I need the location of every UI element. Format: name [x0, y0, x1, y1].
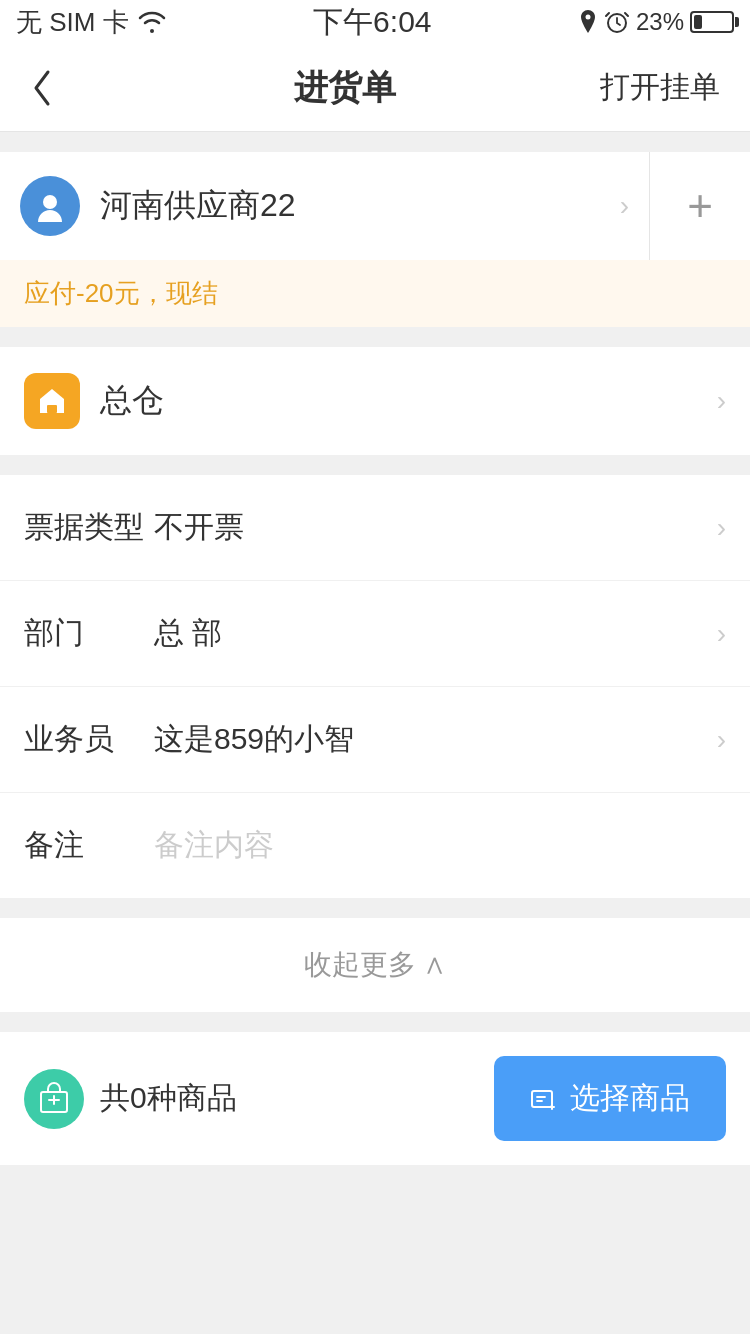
sim-text: 无 SIM 卡: [16, 5, 129, 40]
back-button[interactable]: [30, 68, 90, 108]
warehouse-icon: [24, 373, 80, 429]
location-icon: [578, 9, 598, 35]
salesman-row[interactable]: 业务员 这是859的小智 ›: [0, 687, 750, 793]
collapse-label: 收起更多 ∧: [304, 946, 447, 984]
form-section: 票据类型 不开票 › 部门 总 部 › 业务员 这是859的小智 › 备注 备注…: [0, 475, 750, 898]
remark-placeholder: 备注内容: [154, 825, 726, 866]
salesman-value: 这是859的小智: [154, 719, 707, 760]
info-banner: 应付-20元，现结: [0, 260, 750, 327]
collapse-section[interactable]: 收起更多 ∧: [0, 918, 750, 1012]
supplier-name: 河南供应商22: [100, 184, 610, 228]
status-right: 23%: [578, 8, 734, 36]
nav-bar: 进货单 打开挂单: [0, 44, 750, 132]
invoice-type-row[interactable]: 票据类型 不开票 ›: [0, 475, 750, 581]
department-chevron-icon: ›: [717, 618, 726, 650]
product-info: 共0种商品: [24, 1069, 237, 1129]
wifi-icon: [137, 11, 167, 33]
section-divider-1: [0, 132, 750, 152]
department-label: 部门: [24, 613, 154, 654]
status-bar: 无 SIM 卡 下午6:04 23%: [0, 0, 750, 44]
svg-point-0: [585, 15, 590, 20]
product-icon: [24, 1069, 84, 1129]
warehouse-chevron-icon: ›: [717, 385, 726, 417]
page-background: [0, 1165, 750, 1334]
battery-text: 23%: [636, 8, 684, 36]
bottom-bar: 共0种商品 选择商品: [0, 1032, 750, 1165]
invoice-chevron-icon: ›: [717, 512, 726, 544]
supplier-chevron-icon: ›: [620, 190, 629, 222]
status-left: 无 SIM 卡: [16, 5, 167, 40]
warehouse-name: 总仓: [100, 379, 707, 423]
invoice-type-label: 票据类型: [24, 507, 154, 548]
select-product-label: 选择商品: [570, 1078, 690, 1119]
supplier-avatar: [20, 176, 80, 236]
salesman-chevron-icon: ›: [717, 724, 726, 756]
svg-rect-3: [47, 405, 57, 413]
page-title: 进货单: [294, 65, 396, 111]
salesman-label: 业务员: [24, 719, 154, 760]
invoice-type-value: 不开票: [154, 507, 707, 548]
remark-row[interactable]: 备注 备注内容: [0, 793, 750, 898]
supplier-selector[interactable]: 河南供应商22 ›: [0, 152, 650, 260]
product-count: 共0种商品: [100, 1078, 237, 1119]
status-time: 下午6:04: [313, 2, 431, 43]
warehouse-selector[interactable]: 总仓 ›: [0, 347, 750, 455]
open-pending-button[interactable]: 打开挂单: [600, 67, 720, 108]
remark-label: 备注: [24, 825, 154, 866]
alarm-icon: [604, 9, 630, 35]
department-row[interactable]: 部门 总 部 ›: [0, 581, 750, 687]
add-supplier-button[interactable]: +: [650, 152, 750, 260]
department-value: 总 部: [154, 613, 707, 654]
select-product-button[interactable]: 选择商品: [494, 1056, 726, 1141]
svg-point-2: [43, 195, 57, 209]
battery-icon: [690, 11, 734, 33]
supplier-section: 河南供应商22 › +: [0, 152, 750, 260]
